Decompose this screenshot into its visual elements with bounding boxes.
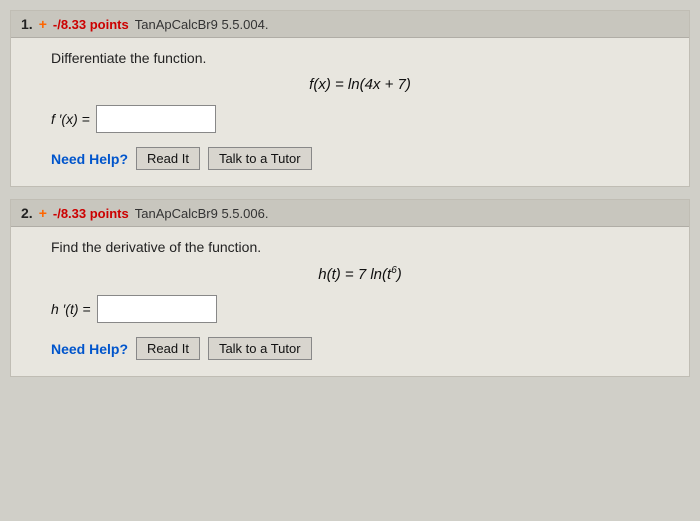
question-2-points: -/8.33 points [53, 206, 129, 221]
question-1-answer-row: f ′(x) = [51, 105, 669, 133]
question-2-body: Find the derivative of the function. h(t… [11, 227, 689, 376]
question-2-source: TanApCalcBr9 5.5.006. [135, 206, 269, 221]
question-1-answer-label: f ′(x) = [51, 111, 90, 127]
plus-icon-1: + [39, 16, 47, 32]
question-1-points: -/8.33 points [53, 17, 129, 32]
question-2-answer-row: h ′(t) = [51, 295, 669, 323]
question-1-source: TanApCalcBr9 5.5.004. [135, 17, 269, 32]
question-1-formula: f(x) = ln(4x + 7) [51, 76, 669, 93]
formula-text-2: h(t) = 7 ln(t6) [318, 266, 402, 283]
question-1-header: 1. + -/8.33 points TanApCalcBr9 5.5.004. [11, 11, 689, 38]
question-1-input[interactable] [96, 105, 216, 133]
question-2: 2. + -/8.33 points TanApCalcBr9 5.5.006.… [10, 199, 690, 377]
question-2-help-row: Need Help? Read It Talk to a Tutor [51, 337, 669, 360]
question-2-header: 2. + -/8.33 points TanApCalcBr9 5.5.006. [11, 200, 689, 227]
question-2-formula: h(t) = 7 ln(t6) [51, 265, 669, 283]
question-2-answer-label: h ′(t) = [51, 301, 91, 317]
question-1-need-help: Need Help? [51, 151, 128, 167]
plus-icon-2: + [39, 205, 47, 221]
question-1-read-it-button[interactable]: Read It [136, 147, 200, 170]
question-1-talk-to-tutor-button[interactable]: Talk to a Tutor [208, 147, 312, 170]
question-2-talk-to-tutor-button[interactable]: Talk to a Tutor [208, 337, 312, 360]
question-1: 1. + -/8.33 points TanApCalcBr9 5.5.004.… [10, 10, 690, 187]
question-1-number: 1. [21, 16, 33, 32]
question-2-read-it-button[interactable]: Read It [136, 337, 200, 360]
formula-text-1: f(x) = ln(4x + 7) [309, 76, 411, 93]
question-2-instruction: Find the derivative of the function. [51, 239, 669, 255]
question-1-body: Differentiate the function. f(x) = ln(4x… [11, 38, 689, 186]
question-2-need-help: Need Help? [51, 341, 128, 357]
question-2-number: 2. [21, 205, 33, 221]
question-1-instruction: Differentiate the function. [51, 50, 669, 66]
question-1-help-row: Need Help? Read It Talk to a Tutor [51, 147, 669, 170]
question-2-input[interactable] [97, 295, 217, 323]
